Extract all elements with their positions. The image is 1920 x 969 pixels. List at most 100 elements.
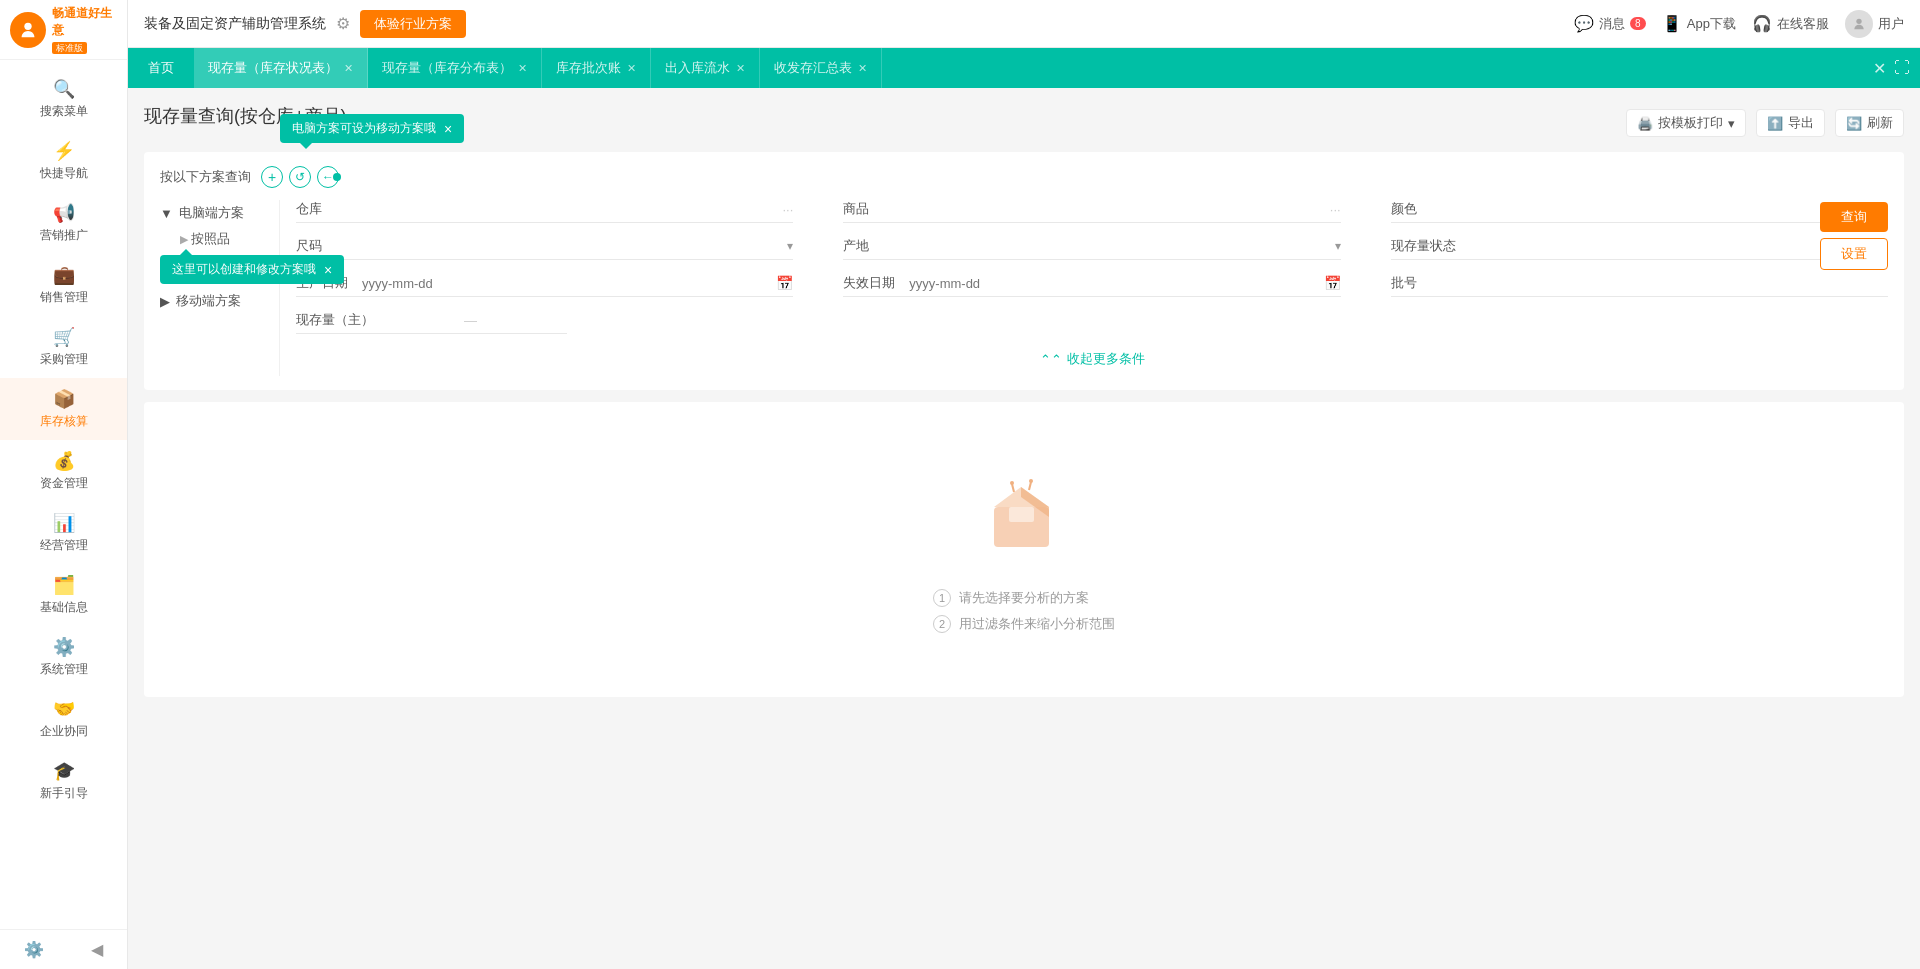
header-right: 💬 消息 8 📱 App下载 🎧 在线客服 用户 <box>1574 10 1904 38</box>
sidebar-item-finance[interactable]: 💰 资金管理 <box>0 440 127 502</box>
sidebar-item-marketing[interactable]: 📢 营销推广 <box>0 192 127 254</box>
goods-dots[interactable]: ··· <box>1330 202 1341 217</box>
sidebar-item-guide[interactable]: 🎓 新手引导 <box>0 750 127 812</box>
collapse-btn[interactable]: ⌃⌃ 收起更多条件 <box>296 342 1888 376</box>
filter-refresh-btn[interactable]: ↺ <box>289 166 311 188</box>
tab-controls: ✕ ⛶ <box>1873 59 1920 78</box>
search-btn[interactable]: 查询 <box>1820 202 1888 232</box>
online-service-action[interactable]: 🎧 在线客服 <box>1752 14 1829 33</box>
purchase-icon: 🛒 <box>53 326 75 348</box>
scheme-pc-header[interactable]: ▼ 电脑端方案 <box>160 200 267 226</box>
empty-state: 1 请先选择要分析的方案 2 用过滤条件来缩小分析范围 <box>144 402 1904 697</box>
sidebar-item-purchase[interactable]: 🛒 采购管理 <box>0 316 127 378</box>
color-input[interactable] <box>1451 202 1882 217</box>
settings-bottom-icon[interactable]: ⚙️ <box>24 940 44 959</box>
field-expire-date: 失效日期 📅 <box>843 274 1340 297</box>
goods-input[interactable] <box>903 202 1329 217</box>
field-warehouse: 仓库 ··· <box>296 200 793 223</box>
sidebar-item-inventory[interactable]: 📦 库存核算 <box>0 378 127 440</box>
expire-date-input[interactable] <box>909 276 1317 291</box>
tab-home[interactable]: 首页 <box>128 48 194 88</box>
tab-maximize[interactable]: ⛶ <box>1894 59 1910 77</box>
message-action[interactable]: 💬 消息 8 <box>1574 14 1646 33</box>
content-area: 现存量查询(按仓库+商品) 🖨️ 按模板打印 ▾ ⬆️ 导出 🔄 刷新 <box>128 88 1920 969</box>
filter-back-btn[interactable]: ← <box>317 166 339 188</box>
batch-input[interactable] <box>1451 276 1888 291</box>
size-input[interactable] <box>356 239 787 254</box>
app-download-action[interactable]: 📱 App下载 <box>1662 14 1736 33</box>
sidebar-bottom: ⚙️ ◀ <box>0 929 127 969</box>
message-label: 消息 <box>1599 15 1625 33</box>
tab-summary[interactable]: 收发存汇总表 ✕ <box>760 48 882 88</box>
settings-icon[interactable]: ⚙ <box>336 14 350 33</box>
tab-flow[interactable]: 出入库流水 ✕ <box>651 48 760 88</box>
export-btn[interactable]: ⬆️ 导出 <box>1756 109 1825 137</box>
sidebar: 畅通道好生意 标准版 🔍 搜索菜单 ⚡ 快捷导航 📢 营销推广 💼 销售管理 🛒… <box>0 0 128 969</box>
tab-inventory-dist[interactable]: 现存量（库存分布表） ✕ <box>368 48 542 88</box>
service-icon: 🎧 <box>1752 14 1772 33</box>
scheme-item-by-product[interactable]: ▶ 按照品 <box>160 226 267 252</box>
tab-batch-account[interactable]: 库存批次账 ✕ <box>542 48 651 88</box>
experience-btn[interactable]: 体验行业方案 <box>360 10 466 38</box>
refresh-btn[interactable]: 🔄 刷新 <box>1835 109 1904 137</box>
tab-close-5[interactable]: ✕ <box>858 62 867 75</box>
online-service-label: 在线客服 <box>1777 15 1829 33</box>
tab-close-all[interactable]: ✕ <box>1873 59 1886 78</box>
produce-date-input[interactable] <box>362 276 770 291</box>
tab-close-3[interactable]: ✕ <box>627 62 636 75</box>
sidebar-item-basic[interactable]: 🗂️ 基础信息 <box>0 564 127 626</box>
field-color: 颜色 ▾ <box>1391 200 1888 223</box>
pc-arrow-icon: ▼ <box>160 206 173 221</box>
sidebar-item-system-label: 系统管理 <box>40 661 88 678</box>
tab-close-4[interactable]: ✕ <box>736 62 745 75</box>
stock-max-input[interactable] <box>487 313 567 328</box>
tab-inventory-status[interactable]: 现存量（库存状况表） ✕ <box>194 48 368 88</box>
sidebar-item-search[interactable]: 🔍 搜索菜单 <box>0 68 127 130</box>
size-arrow-icon[interactable]: ▾ <box>787 239 793 253</box>
main-area: 装备及固定资产辅助管理系统 ⚙ 体验行业方案 💬 消息 8 📱 App下载 🎧 … <box>128 0 1920 969</box>
field-produce-date: 生产日期 📅 <box>296 274 793 297</box>
tooltip-2-close[interactable]: × <box>324 262 332 278</box>
user-label: 用户 <box>1878 15 1904 33</box>
svg-point-0 <box>24 22 31 29</box>
origin-input[interactable] <box>903 239 1334 254</box>
tooltip-bubble-2: 这里可以创建和修改方案哦 × <box>160 255 344 284</box>
tooltip-1-close[interactable]: × <box>444 121 452 137</box>
mobile-group-label: 移动端方案 <box>176 292 241 310</box>
stock-min-input[interactable] <box>374 313 454 328</box>
stock-status-input[interactable] <box>1456 239 1882 254</box>
marketing-icon: 📢 <box>53 202 75 224</box>
sidebar-item-marketing-label: 营销推广 <box>40 227 88 244</box>
svg-point-1 <box>1856 18 1861 23</box>
origin-arrow-icon[interactable]: ▾ <box>1335 239 1341 253</box>
sidebar-item-quicknav[interactable]: ⚡ 快捷导航 <box>0 130 127 192</box>
print-btn[interactable]: 🖨️ 按模板打印 ▾ <box>1626 109 1746 137</box>
sidebar-item-purchase-label: 采购管理 <box>40 351 88 368</box>
app-download-label: App下载 <box>1687 15 1736 33</box>
sidebar-item-enterprise[interactable]: 🤝 企业协同 <box>0 688 127 750</box>
sidebar-item-system[interactable]: ⚙️ 系统管理 <box>0 626 127 688</box>
scheme-mobile-header[interactable]: ▶ 移动端方案 <box>160 288 267 314</box>
sidebar-item-operations[interactable]: 📊 经营管理 <box>0 502 127 564</box>
collapse-sidebar-icon[interactable]: ◀ <box>91 940 103 959</box>
sales-icon: 💼 <box>53 264 75 286</box>
warehouse-input[interactable] <box>356 202 782 217</box>
warehouse-dots[interactable]: ··· <box>782 202 793 217</box>
sidebar-item-sales[interactable]: 💼 销售管理 <box>0 254 127 316</box>
tab-close-2[interactable]: ✕ <box>518 62 527 75</box>
sidebar-item-search-label: 搜索菜单 <box>40 103 88 120</box>
phone-icon: 📱 <box>1662 14 1682 33</box>
filter-add-btn[interactable]: + <box>261 166 283 188</box>
reset-btn[interactable]: 设置 <box>1820 238 1888 270</box>
tab-close-1[interactable]: ✕ <box>344 62 353 75</box>
step-num-1: 1 <box>933 589 951 607</box>
filter-header-label: 按以下方案查询 <box>160 168 251 186</box>
expire-date-calendar-icon[interactable]: 📅 <box>1324 275 1341 291</box>
user-action[interactable]: 用户 <box>1845 10 1904 38</box>
sidebar-item-basic-label: 基础信息 <box>40 599 88 616</box>
collapse-up-icon: ⌃⌃ <box>1040 352 1062 367</box>
tooltip-bubble-1: 电脑方案可设为移动方案哦 × <box>280 114 464 143</box>
scheme-panel: 这里可以创建和修改方案哦 × ▼ 电脑端方案 ▶ 按照品 <box>160 200 280 376</box>
sidebar-item-quicknav-label: 快捷导航 <box>40 165 88 182</box>
produce-date-calendar-icon[interactable]: 📅 <box>776 275 793 291</box>
